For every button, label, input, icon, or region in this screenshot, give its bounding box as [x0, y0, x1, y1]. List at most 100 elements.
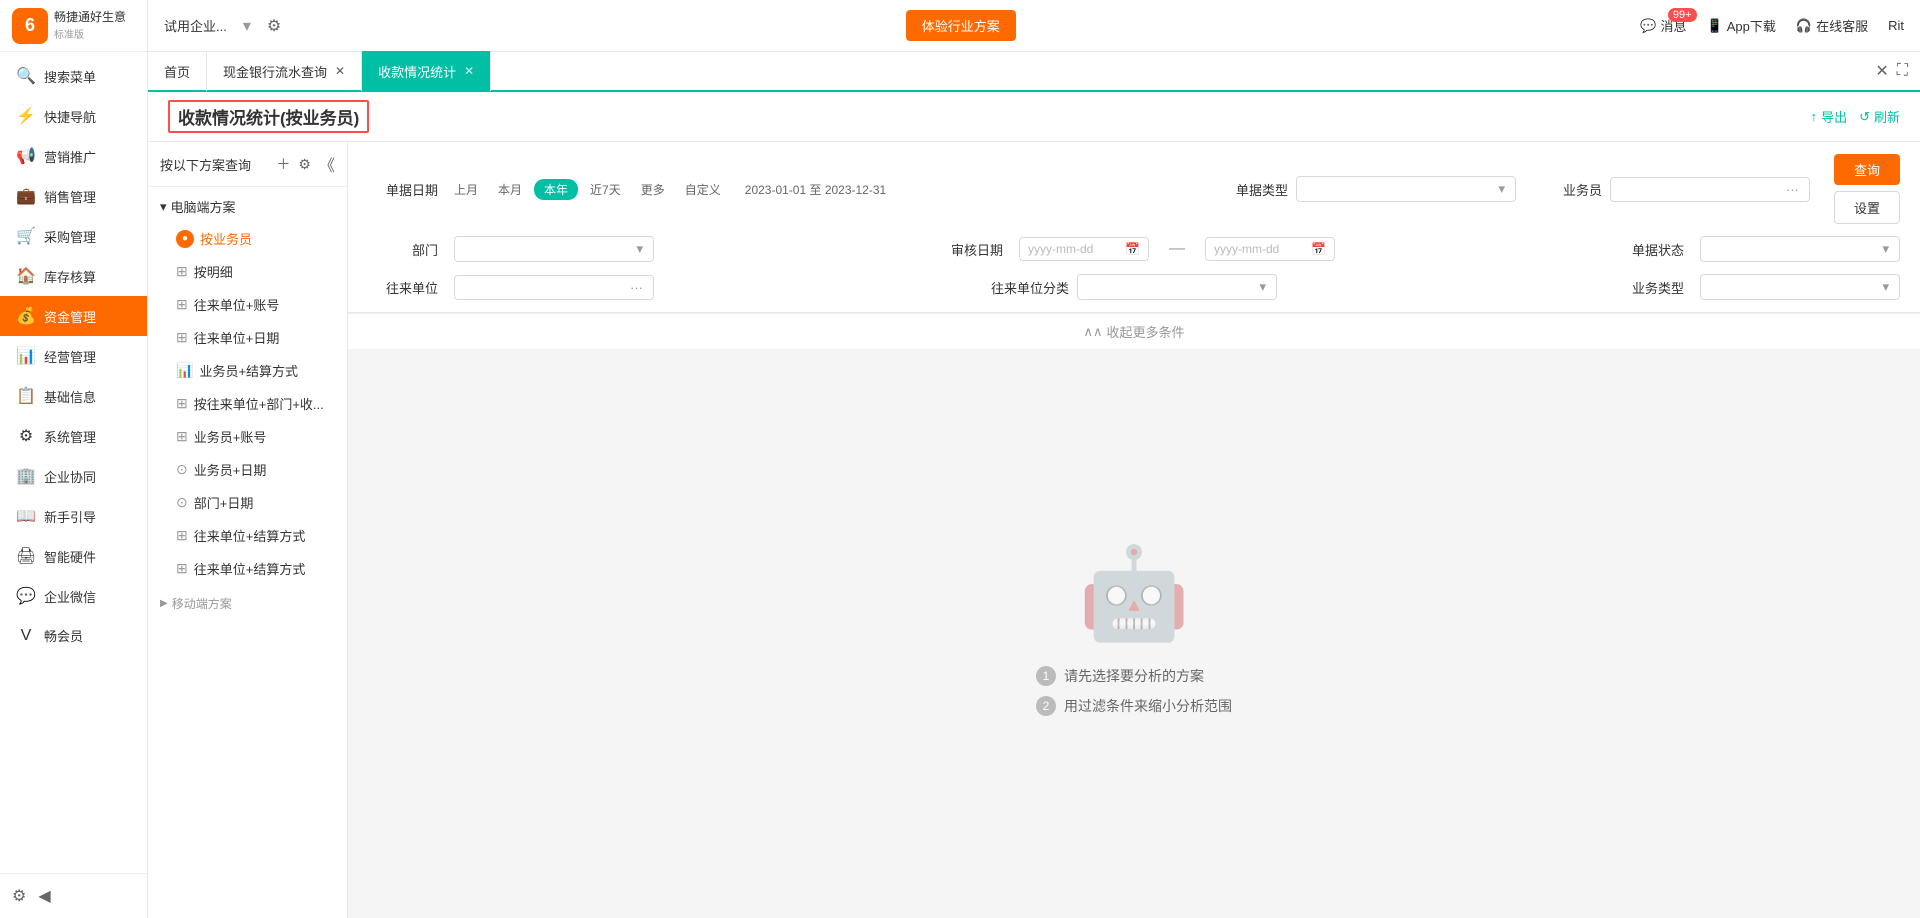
- tree-item-partner-dept[interactable]: ⊞ 按往来单位+部门+收...: [148, 387, 347, 420]
- settings-button[interactable]: 设置: [1834, 191, 1900, 224]
- dept-select[interactable]: ▾: [454, 236, 654, 262]
- service-item[interactable]: 🎧 在线客服: [1796, 16, 1868, 35]
- voucher-status-select[interactable]: ▾: [1700, 236, 1900, 262]
- sidebar-item-enterprise[interactable]: 🏢企业协同: [0, 456, 147, 496]
- sidebar-item-purchase[interactable]: 🛒采购管理: [0, 216, 147, 256]
- more-dots-icon[interactable]: ···: [630, 280, 643, 295]
- gear-icon[interactable]: ⚙: [267, 16, 281, 36]
- partner-select[interactable]: ···: [454, 275, 654, 300]
- nav-icon-warehouse: 🏠: [16, 266, 36, 286]
- date-tab-custom[interactable]: 自定义: [677, 179, 729, 200]
- tree-item-partner-account[interactable]: ⊞ 往来单位+账号: [148, 288, 347, 321]
- notification-item[interactable]: 💬 消息 99+: [1640, 16, 1686, 35]
- date-tab-7days[interactable]: 近7天: [582, 179, 629, 200]
- item-icon: ⊞: [176, 428, 188, 445]
- export-button[interactable]: ↑ 导出: [1811, 107, 1848, 126]
- sidebar-item-finance[interactable]: 💰资金管理: [0, 296, 147, 336]
- date-tab-last-month[interactable]: 上月: [446, 179, 486, 200]
- logo-icon: 6: [12, 8, 48, 44]
- filter-row-3: 往来单位 ··· 往来单位分类 ▾ 业务类型: [368, 274, 1900, 300]
- tree-item-staff-date[interactable]: ⊙ 业务员+日期: [148, 453, 347, 486]
- panel-collapse-icon[interactable]: 《: [319, 152, 335, 176]
- tree-section-mobile[interactable]: ▶ 移动端方案: [148, 589, 347, 618]
- sidebar-item-warehouse[interactable]: 🏠库存核算: [0, 256, 147, 296]
- sidebar-item-guide[interactable]: 📖新手引导: [0, 496, 147, 536]
- sidebar-item-hardware[interactable]: 🖨智能硬件: [0, 536, 147, 576]
- notification-icon: 💬: [1640, 18, 1656, 34]
- date-tab-this-year[interactable]: 本年: [534, 179, 578, 200]
- tabs-end: ✕ ⛶: [1875, 61, 1920, 81]
- voucher-type-select[interactable]: ▾: [1296, 176, 1516, 202]
- item-icon: ⊞: [176, 296, 188, 313]
- date-tab-more[interactable]: 更多: [633, 179, 673, 200]
- tab-cashflow-close[interactable]: ✕: [335, 64, 345, 78]
- date-label: 单据日期: [368, 180, 438, 199]
- dropdown-icon[interactable]: ▾: [243, 16, 251, 36]
- mobile-expand-icon: ▶: [160, 598, 168, 609]
- export-label: 导出: [1821, 107, 1847, 126]
- audit-date-end[interactable]: yyyy-mm-dd 📅: [1205, 237, 1335, 261]
- sidebar-item-system[interactable]: ⚙系统管理: [0, 416, 147, 456]
- staff-select[interactable]: ···: [1610, 177, 1810, 202]
- left-panel: 按以下方案查询 ＋ ⚙ 《 ▾ 电脑端方案 ● 按业务员 ⊞: [148, 142, 348, 918]
- sidebar-item-wechat[interactable]: 💬企业微信: [0, 576, 147, 616]
- tab-collection[interactable]: 收款情况统计 ✕: [362, 51, 491, 91]
- sidebar-item-sales[interactable]: 💼销售管理: [0, 176, 147, 216]
- chevron-down-icon: ▾: [1259, 279, 1266, 295]
- tree-item-by-detail[interactable]: ⊞ 按明细: [148, 255, 347, 288]
- tree-root-desktop[interactable]: ▾ 电脑端方案: [148, 191, 347, 222]
- tree-item-label: 往来单位+日期: [194, 328, 280, 347]
- add-scheme-icon[interactable]: ＋: [276, 154, 290, 174]
- app-download-item[interactable]: 📱 App下载: [1707, 16, 1776, 35]
- app-icon: 📱: [1707, 18, 1723, 34]
- sidebar-item-marketing[interactable]: 📢营销推广: [0, 136, 147, 176]
- tree-item-staff-settlement[interactable]: 📊 业务员+结算方式: [148, 354, 347, 387]
- tree-item-partner-settlement1[interactable]: ⊞ 往来单位+结算方式: [148, 519, 347, 552]
- tree-item-label: 按明细: [194, 262, 233, 281]
- collapse-up-icon: ∧∧: [1083, 324, 1102, 340]
- sidebar-bottom: ⚙ ◀: [0, 873, 147, 918]
- sidebar-item-quicknav[interactable]: ⚡快捷导航: [0, 96, 147, 136]
- scheme-settings-icon[interactable]: ⚙: [298, 156, 311, 173]
- settings-icon[interactable]: ⚙: [12, 886, 26, 906]
- tree-item-partner-settlement2[interactable]: ⊞ 往来单位+结算方式: [148, 552, 347, 585]
- tab-cashflow-label: 现金银行流水查询: [223, 62, 327, 81]
- collapse-icon[interactable]: ◀: [38, 886, 50, 906]
- maximize-window-icon[interactable]: ⛶: [1897, 62, 1908, 80]
- step-num-2: 2: [1036, 696, 1056, 716]
- refresh-button[interactable]: ↺ 刷新: [1859, 107, 1900, 126]
- tab-cashflow[interactable]: 现金银行流水查询 ✕: [207, 51, 362, 91]
- date-tab-this-month[interactable]: 本月: [490, 179, 530, 200]
- business-type-select[interactable]: ▾: [1700, 274, 1900, 300]
- sidebar-item-operation[interactable]: 📊经营管理: [0, 336, 147, 376]
- nav-label-enterprise: 企业协同: [44, 467, 96, 486]
- item-icon: ⊞: [176, 263, 188, 280]
- sidebar-item-search[interactable]: 🔍搜索菜单: [0, 56, 147, 96]
- tree-item-partner-date[interactable]: ⊞ 往来单位+日期: [148, 321, 347, 354]
- trial-button[interactable]: 体验行业方案: [906, 10, 1016, 41]
- tab-collection-close[interactable]: ✕: [464, 64, 474, 78]
- mobile-section-label: 移动端方案: [172, 595, 232, 612]
- partner-category-label: 往来单位分类: [991, 278, 1061, 297]
- sidebar-item-basic[interactable]: 📋基础信息: [0, 376, 147, 416]
- tree-item-staff-account[interactable]: ⊞ 业务员+账号: [148, 420, 347, 453]
- more-dots-icon[interactable]: ···: [1786, 182, 1799, 197]
- collapse-more-button[interactable]: ∧∧ 收起更多条件: [348, 313, 1920, 349]
- query-button[interactable]: 查询: [1834, 154, 1900, 185]
- calendar-icon[interactable]: 📅: [1125, 242, 1140, 256]
- right-panel: 单据日期 上月 本月 本年 近7天 更多 自定义 2023-01-01 至 20…: [348, 142, 1920, 918]
- calendar-icon[interactable]: 📅: [1311, 242, 1326, 256]
- tab-home[interactable]: 首页: [148, 51, 207, 91]
- nav-label-system: 系统管理: [44, 427, 96, 446]
- close-window-icon[interactable]: ✕: [1875, 61, 1888, 81]
- chevron-down-icon: ▾: [1882, 241, 1889, 257]
- chevron-down-icon: ▾: [1498, 181, 1505, 197]
- sidebar-item-member[interactable]: V畅会员: [0, 616, 147, 655]
- tree-item-dept-date[interactable]: ⊙ 部门+日期: [148, 486, 347, 519]
- nav-label-quicknav: 快捷导航: [44, 107, 96, 126]
- audit-date-start[interactable]: yyyy-mm-dd 📅: [1019, 237, 1149, 261]
- collapse-label: 收起更多条件: [1107, 322, 1185, 341]
- partner-category-select[interactable]: ▾: [1077, 274, 1277, 300]
- tree-item-by-staff[interactable]: ● 按业务员: [148, 222, 347, 255]
- tree-item-label: 业务员+结算方式: [199, 361, 298, 380]
